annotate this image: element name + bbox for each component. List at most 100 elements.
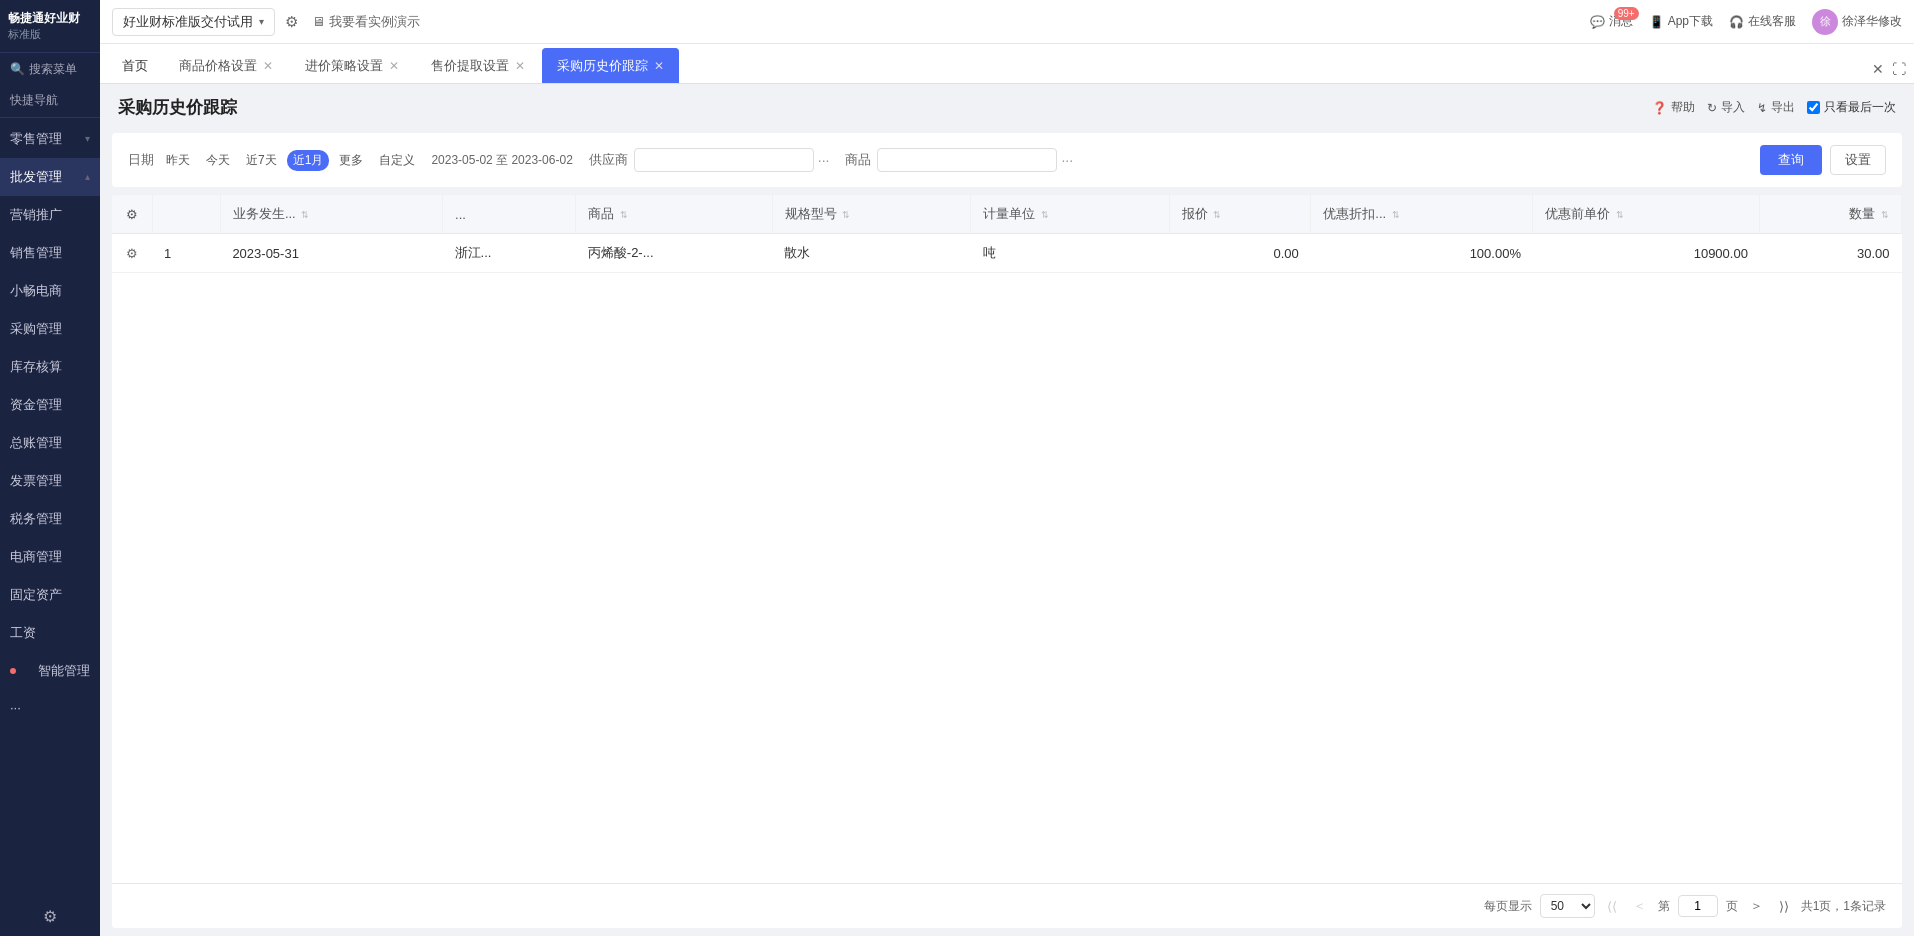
filter-supplier-group: 供应商 ··· bbox=[589, 148, 830, 172]
next-page-button[interactable]: ＞ bbox=[1746, 895, 1767, 917]
demo-icon: 🖥 bbox=[312, 14, 325, 29]
sidebar-logo: 畅捷通好业财 标准版 bbox=[0, 0, 100, 53]
tab-purchase-strategy[interactable]: 进价策略设置 ✕ bbox=[290, 48, 414, 83]
sidebar-item-retail[interactable]: 零售管理 ▾ bbox=[0, 120, 100, 158]
sidebar-item-ecom[interactable]: 电商管理 bbox=[0, 538, 100, 576]
sidebar-item-sales[interactable]: 销售管理 bbox=[0, 234, 100, 272]
th-pre-discount-price[interactable]: 优惠前单价 ⇅ bbox=[1533, 195, 1760, 234]
th-biz-date[interactable]: 业务发生... ⇅ bbox=[220, 195, 442, 234]
settings-button[interactable]: 设置 bbox=[1830, 145, 1886, 175]
sidebar-item-ledger[interactable]: 总账管理 bbox=[0, 424, 100, 462]
sidebar-item-fixed-assets[interactable]: 固定资产 bbox=[0, 576, 100, 614]
page-title: 采购历史价跟踪 bbox=[118, 96, 237, 119]
sidebar-item-ecom-small[interactable]: 小畅电商 bbox=[0, 272, 100, 310]
close-icon[interactable]: ✕ bbox=[515, 59, 525, 73]
query-button[interactable]: 查询 bbox=[1760, 145, 1822, 175]
supplier-input[interactable] bbox=[634, 148, 814, 172]
app-download-button[interactable]: 📱 App下载 bbox=[1649, 13, 1713, 30]
table-row: ⚙ 1 2023-05-31 浙江... 丙烯酸-2-... 散水 吨 0.00… bbox=[112, 234, 1902, 273]
date-label: 日期 bbox=[128, 151, 154, 169]
table-header-row: ⚙ 业务发生... ⇅ ... 商品 ⇅ 规格型号 ⇅ 计量单位 ⇅ 报价 ⇅ … bbox=[112, 195, 1902, 234]
supplier-dots[interactable]: ··· bbox=[818, 152, 830, 168]
sidebar-item-finance[interactable]: 资金管理 bbox=[0, 386, 100, 424]
date-opt-custom[interactable]: 自定义 bbox=[373, 150, 421, 171]
settings-gear-icon[interactable]: ⚙ bbox=[43, 907, 57, 926]
td-discount: 100.00% bbox=[1311, 234, 1533, 273]
chevron-up-icon: ▴ bbox=[85, 171, 90, 182]
sidebar-search[interactable]: 🔍 搜索菜单 bbox=[0, 53, 100, 86]
th-product[interactable]: 商品 ⇅ bbox=[576, 195, 773, 234]
date-opt-more[interactable]: 更多 bbox=[333, 150, 369, 171]
th-index bbox=[152, 195, 220, 234]
only-last-input[interactable] bbox=[1807, 101, 1820, 114]
sidebar-item-tax[interactable]: 税务管理 bbox=[0, 500, 100, 538]
tab-price[interactable]: 商品价格设置 ✕ bbox=[164, 48, 288, 83]
th-discount[interactable]: 优惠折扣... ⇅ bbox=[1311, 195, 1533, 234]
sidebar-item-purchase[interactable]: 采购管理 bbox=[0, 310, 100, 348]
pagination: 每页显示 50 20 100 ⟨⟨ ＜ 第 页 ＞ ⟩⟩ 共1页，1条记录 bbox=[112, 883, 1902, 928]
page-number-input[interactable] bbox=[1678, 895, 1718, 917]
close-icon[interactable]: ✕ bbox=[654, 59, 664, 73]
only-last-checkbox[interactable]: 只看最后一次 bbox=[1807, 99, 1896, 116]
topbar-gear-icon[interactable]: ⚙ bbox=[285, 13, 298, 31]
sidebar-item-invoice[interactable]: 发票管理 bbox=[0, 462, 100, 500]
message-icon: 💬 bbox=[1590, 15, 1605, 29]
date-opt-last1m[interactable]: 近1月 bbox=[287, 150, 330, 171]
th-quoted[interactable]: 报价 ⇅ bbox=[1169, 195, 1311, 234]
demo-link[interactable]: 🖥 我要看实例演示 bbox=[312, 13, 420, 31]
last-page-button[interactable]: ⟩⟩ bbox=[1775, 897, 1793, 916]
app-logo-sub: 标准版 bbox=[8, 27, 92, 42]
sidebar-item-more[interactable]: ··· bbox=[0, 690, 100, 725]
td-qty: 30.00 bbox=[1760, 234, 1902, 273]
product-dots[interactable]: ··· bbox=[1061, 152, 1073, 168]
th-gear[interactable]: ⚙ bbox=[112, 195, 152, 234]
page-total: 共1页，1条记录 bbox=[1801, 898, 1886, 915]
main-table: ⚙ 业务发生... ⇅ ... 商品 ⇅ 规格型号 ⇅ 计量单位 ⇅ 报价 ⇅ … bbox=[112, 195, 1902, 273]
product-label: 商品 bbox=[845, 151, 871, 169]
th-unit[interactable]: 计量单位 ⇅ bbox=[971, 195, 1169, 234]
main-area: 好业财标准版交付试用 ▾ ⚙ 🖥 我要看实例演示 💬 消息 99+ 📱 App下… bbox=[100, 0, 1914, 936]
close-tab-button[interactable]: ✕ bbox=[1872, 61, 1884, 77]
chevron-down-icon: ▾ bbox=[85, 133, 90, 144]
user-menu[interactable]: 徐 徐泽华修改 bbox=[1812, 9, 1902, 35]
tab-sale-price[interactable]: 售价提取设置 ✕ bbox=[416, 48, 540, 83]
sidebar-item-wholesale[interactable]: 批发管理 ▴ bbox=[0, 158, 100, 196]
per-page-select[interactable]: 50 20 100 bbox=[1540, 894, 1595, 918]
sidebar-item-inventory[interactable]: 库存核算 bbox=[0, 348, 100, 386]
help-button[interactable]: ❓ 帮助 bbox=[1652, 99, 1695, 116]
th-more-cols[interactable]: ... bbox=[443, 195, 576, 234]
filter-actions: 查询 设置 bbox=[1760, 145, 1886, 175]
prev-page-button[interactable]: ＜ bbox=[1629, 895, 1650, 917]
date-opt-last7[interactable]: 近7天 bbox=[240, 150, 283, 171]
sidebar-item-payroll[interactable]: 工资 bbox=[0, 614, 100, 652]
import-icon: ↻ bbox=[1707, 101, 1717, 115]
date-range: 2023-05-02 至 2023-06-02 bbox=[431, 152, 572, 169]
close-icon[interactable]: ✕ bbox=[389, 59, 399, 73]
sidebar-quick-nav[interactable]: 快捷导航 bbox=[0, 86, 100, 115]
td-product: 丙烯酸-2-... bbox=[576, 234, 773, 273]
export-button[interactable]: ↯ 导出 bbox=[1757, 99, 1795, 116]
tab-history-price[interactable]: 采购历史价跟踪 ✕ bbox=[542, 48, 679, 83]
filter-date-group: 日期 昨天 今天 近7天 近1月 更多 自定义 2023-05-02 至 202… bbox=[128, 150, 573, 171]
first-page-button[interactable]: ⟨⟨ bbox=[1603, 897, 1621, 916]
th-spec[interactable]: 规格型号 ⇅ bbox=[772, 195, 970, 234]
sidebar-item-marketing[interactable]: 营销推广 bbox=[0, 196, 100, 234]
version-label: 好业财标准版交付试用 bbox=[123, 13, 253, 31]
message-button[interactable]: 💬 消息 99+ bbox=[1590, 13, 1633, 30]
td-biz-date: 2023-05-31 bbox=[220, 234, 442, 273]
product-input[interactable] bbox=[877, 148, 1057, 172]
expand-tab-button[interactable]: ⛶ bbox=[1892, 61, 1906, 77]
tab-home[interactable]: 首页 bbox=[108, 49, 162, 83]
date-opt-today[interactable]: 今天 bbox=[200, 150, 236, 171]
td-gear[interactable]: ⚙ bbox=[112, 234, 152, 273]
date-opt-yesterday[interactable]: 昨天 bbox=[160, 150, 196, 171]
close-icon[interactable]: ✕ bbox=[263, 59, 273, 73]
th-qty[interactable]: 数量 ⇅ bbox=[1760, 195, 1902, 234]
td-supplier: 浙江... bbox=[443, 234, 576, 273]
content-area: 采购历史价跟踪 ❓ 帮助 ↻ 导入 ↯ 导出 只看最后一次 bbox=[100, 84, 1914, 936]
search-icon: 🔍 bbox=[10, 62, 25, 76]
version-selector[interactable]: 好业财标准版交付试用 ▾ bbox=[112, 8, 275, 36]
online-service-button[interactable]: 🎧 在线客服 bbox=[1729, 13, 1796, 30]
sidebar-item-smart[interactable]: 智能管理 bbox=[0, 652, 100, 690]
import-button[interactable]: ↻ 导入 bbox=[1707, 99, 1745, 116]
